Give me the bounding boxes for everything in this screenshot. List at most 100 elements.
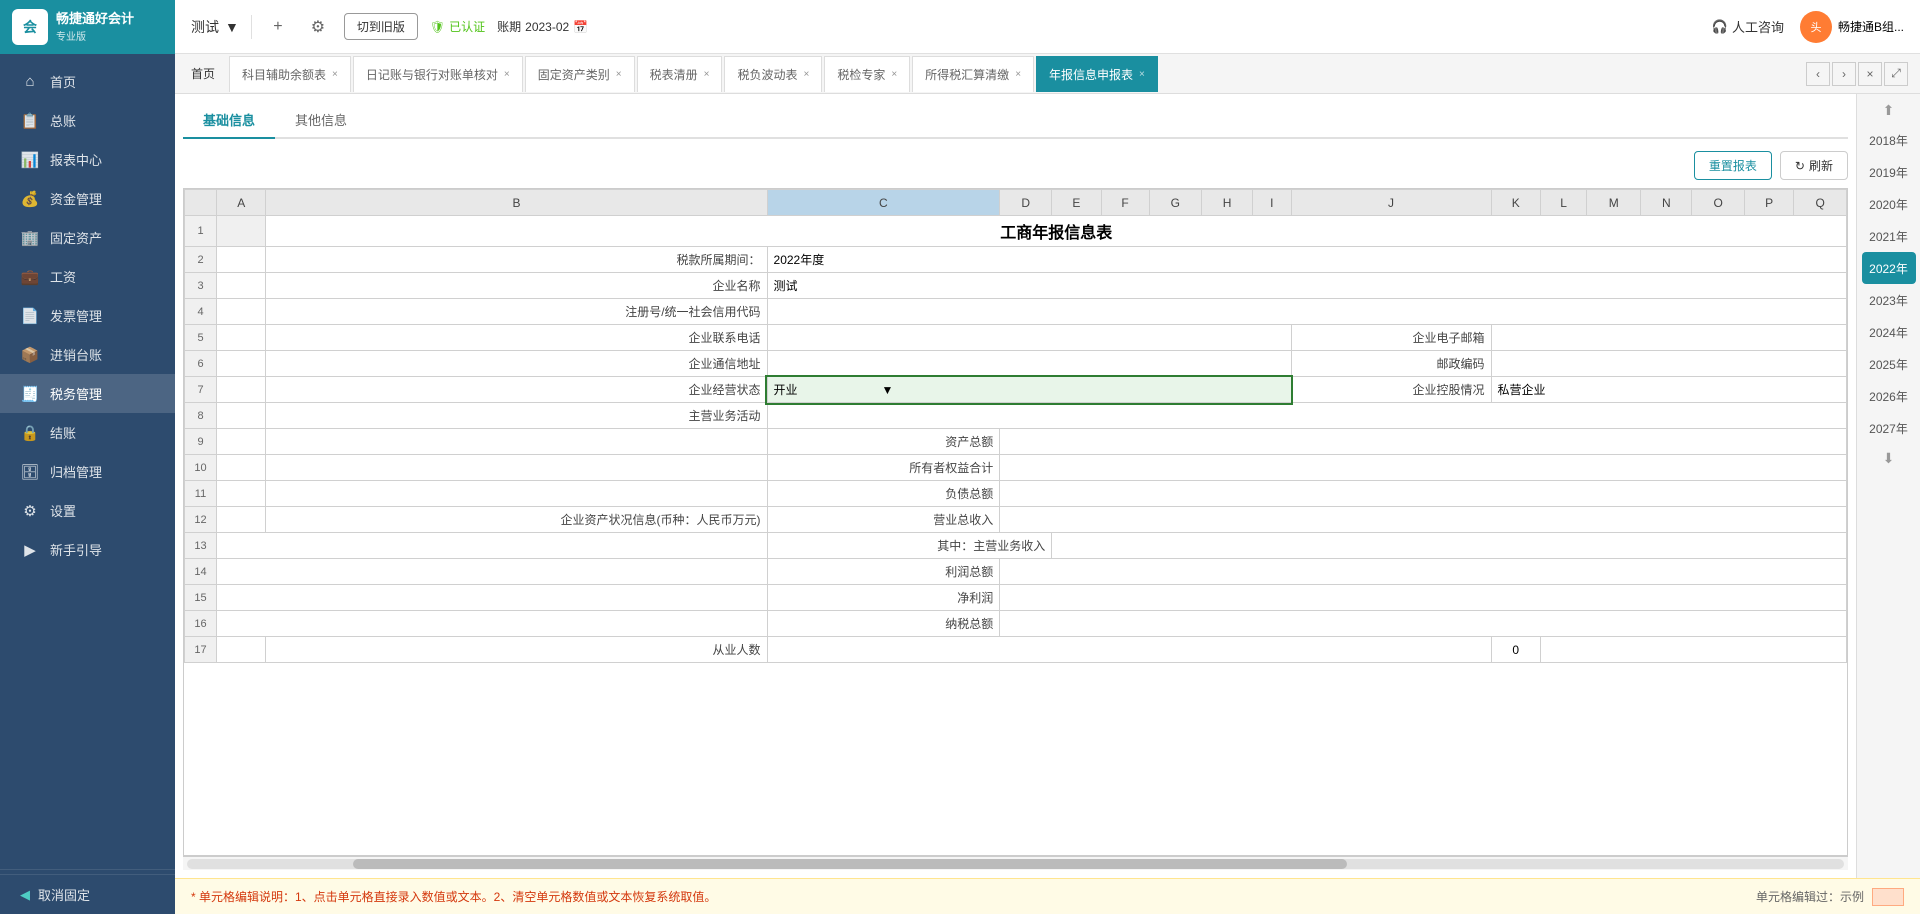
sidebar-item-fixed-assets[interactable]: 🏢固定资产 bbox=[0, 218, 175, 257]
tab-close-income_tax[interactable]: × bbox=[1015, 69, 1021, 80]
cell bbox=[217, 351, 266, 377]
col-header-P: P bbox=[1744, 190, 1793, 216]
sidebar-item-settings[interactable]: ⚙设置 bbox=[0, 491, 175, 530]
year-item[interactable]: 2019年 bbox=[1862, 156, 1916, 188]
service-button[interactable]: 🎧 人工咨询 bbox=[1712, 17, 1784, 36]
cell bbox=[767, 299, 1846, 325]
row-number: 8 bbox=[185, 403, 217, 429]
year-item[interactable]: 2020年 bbox=[1862, 188, 1916, 220]
tab-label-journal: 日记账与银行对账单核对 bbox=[366, 66, 498, 83]
example-label: 单元格编辑过：示例 bbox=[1756, 888, 1864, 905]
tab-home[interactable]: 首页 bbox=[179, 56, 227, 92]
tab-tax_expert[interactable]: 税检专家× bbox=[824, 56, 910, 92]
sidebar-item-inventory[interactable]: 📦进销台账 bbox=[0, 335, 175, 374]
cell bbox=[217, 247, 266, 273]
tab-tax_report[interactable]: 税表清册× bbox=[637, 56, 723, 92]
col-header-H: H bbox=[1202, 190, 1253, 216]
tab-close-tax_expert[interactable]: × bbox=[891, 69, 897, 80]
tab-close-all-button[interactable]: × bbox=[1858, 62, 1882, 86]
cell bbox=[266, 481, 767, 507]
archive-icon: 🗄 bbox=[20, 463, 40, 481]
year-item[interactable]: 2022年 bbox=[1862, 252, 1916, 284]
cell: 测试 bbox=[767, 273, 1846, 299]
cell: 0 bbox=[1491, 637, 1540, 663]
sidebar-item-closing[interactable]: 🔒结账 bbox=[0, 413, 175, 452]
tab-close-journal[interactable]: × bbox=[504, 69, 510, 80]
reset-report-button[interactable]: 重置报表 bbox=[1694, 151, 1772, 180]
guide-icon: ▶ bbox=[20, 541, 40, 559]
tab-aux[interactable]: 科目辅助余额表 × bbox=[229, 56, 351, 92]
user-menu[interactable]: 头 畅捷通B组... bbox=[1800, 11, 1904, 43]
calendar-icon[interactable]: 📅 bbox=[573, 20, 588, 34]
tab-tax_wave[interactable]: 税负波动表× bbox=[724, 56, 822, 92]
row-number bbox=[217, 216, 266, 247]
year-item[interactable]: 2024年 bbox=[1862, 316, 1916, 348]
sidebar-pin-button[interactable]: ◀ 取消固定 bbox=[0, 874, 175, 914]
table-row: 17从业人数0 bbox=[185, 637, 1847, 663]
tab-close-tax_wave[interactable]: × bbox=[803, 69, 809, 80]
sidebar-item-home[interactable]: ⌂首页 bbox=[0, 62, 175, 101]
company-selector[interactable]: 测试 ▼ bbox=[191, 17, 239, 37]
fixed-assets-icon: 🏢 bbox=[20, 229, 40, 247]
year-item[interactable]: 2018年 bbox=[1862, 124, 1916, 156]
subtab-basic[interactable]: 基础信息 bbox=[183, 102, 275, 139]
tab-close-tax_report[interactable]: × bbox=[704, 69, 710, 80]
tab-label-aux: 科目辅助余额表 bbox=[242, 66, 326, 83]
switch-mode-button[interactable]: 切到旧版 bbox=[344, 13, 418, 40]
table-row: 12企业资产状况信息(币种：人民币万元)营业总收入 bbox=[185, 507, 1847, 533]
tab-annual_report[interactable]: 年报信息申报表× bbox=[1036, 56, 1158, 92]
settings-button[interactable]: ⚙ bbox=[304, 13, 332, 41]
cell bbox=[1491, 351, 1847, 377]
general-ledger-icon: 📋 bbox=[20, 112, 40, 130]
sidebar-item-general-ledger[interactable]: 📋总账 bbox=[0, 101, 175, 140]
year-scroll-up[interactable]: ⬆ bbox=[1873, 98, 1905, 122]
tab-income_tax[interactable]: 所得税汇算清缴× bbox=[912, 56, 1034, 92]
row-number: 15 bbox=[185, 585, 217, 611]
status-hint: * 单元格编辑说明：1、点击单元格直接录入数值或文本。2、清空单元格数值或文本恢… bbox=[191, 888, 716, 905]
spreadsheet-scroll[interactable]: ABCDEFGHIJKLMNOPQ1工商年报信息表2税款所属期间：2022年度3… bbox=[183, 188, 1848, 856]
sidebar-item-capital-management[interactable]: 💰资金管理 bbox=[0, 179, 175, 218]
tab-fixed_asset_type[interactable]: 固定资产类别 × bbox=[525, 56, 635, 92]
row-number: 7 bbox=[185, 377, 217, 403]
subtab-other[interactable]: 其他信息 bbox=[275, 102, 367, 139]
cell bbox=[1000, 585, 1847, 611]
tab-prev-button[interactable]: ‹ bbox=[1806, 62, 1830, 86]
tab-close-aux[interactable]: × bbox=[332, 69, 338, 80]
tab-next-button[interactable]: › bbox=[1832, 62, 1856, 86]
tab-close-annual_report[interactable]: × bbox=[1139, 69, 1145, 80]
year-item[interactable]: 2027年 bbox=[1862, 412, 1916, 444]
sidebar-item-invoice-management[interactable]: 📄发票管理 bbox=[0, 296, 175, 335]
year-item[interactable]: 2023年 bbox=[1862, 284, 1916, 316]
year-item[interactable]: 2026年 bbox=[1862, 380, 1916, 412]
year-item[interactable]: 2025年 bbox=[1862, 348, 1916, 380]
year-item[interactable]: 2021年 bbox=[1862, 220, 1916, 252]
tab-expand-button[interactable]: ⤢ bbox=[1884, 62, 1908, 86]
sidebar-item-report-center[interactable]: 📊报表中心 bbox=[0, 140, 175, 179]
sidebar-item-payroll[interactable]: 💼工资 bbox=[0, 257, 175, 296]
cell bbox=[217, 637, 266, 663]
tab-journal[interactable]: 日记账与银行对账单核对 × bbox=[353, 56, 523, 92]
col-header-K: K bbox=[1491, 190, 1540, 216]
cell[interactable]: 开业 ▼ bbox=[767, 377, 1291, 403]
sidebar: 会 畅捷通好会计 专业版 ⌂首页📋总账📊报表中心💰资金管理🏢固定资产💼工资📄发票… bbox=[0, 0, 175, 914]
sidebar-item-archive[interactable]: 🗄归档管理 bbox=[0, 452, 175, 491]
add-button[interactable]: + bbox=[264, 13, 292, 41]
cell bbox=[217, 403, 266, 429]
horizontal-scrollbar[interactable] bbox=[183, 856, 1848, 870]
tab-close-fixed_asset_type[interactable]: × bbox=[616, 69, 622, 80]
cell bbox=[266, 429, 767, 455]
sidebar-pin-label: 取消固定 bbox=[38, 885, 90, 904]
closing-icon: 🔒 bbox=[20, 424, 40, 442]
col-header-C: C bbox=[767, 190, 1000, 216]
period-info: 账期 2023-02 📅 bbox=[497, 18, 588, 35]
scrollbar-thumb[interactable] bbox=[353, 859, 1347, 869]
sidebar-label-guide: 新手引导 bbox=[50, 540, 102, 559]
sidebar-item-guide[interactable]: ▶ 新手引导 bbox=[0, 530, 175, 569]
tab-label-fixed_asset_type: 固定资产类别 bbox=[538, 66, 610, 83]
refresh-button[interactable]: ↻ 刷新 bbox=[1780, 151, 1848, 180]
sidebar-item-tax-management[interactable]: 🧾税务管理 bbox=[0, 374, 175, 413]
cell bbox=[217, 377, 266, 403]
topbar-divider-1 bbox=[251, 15, 252, 39]
cell: 工商年报信息表 bbox=[266, 216, 1847, 247]
year-scroll-down[interactable]: ⬇ bbox=[1873, 446, 1905, 470]
